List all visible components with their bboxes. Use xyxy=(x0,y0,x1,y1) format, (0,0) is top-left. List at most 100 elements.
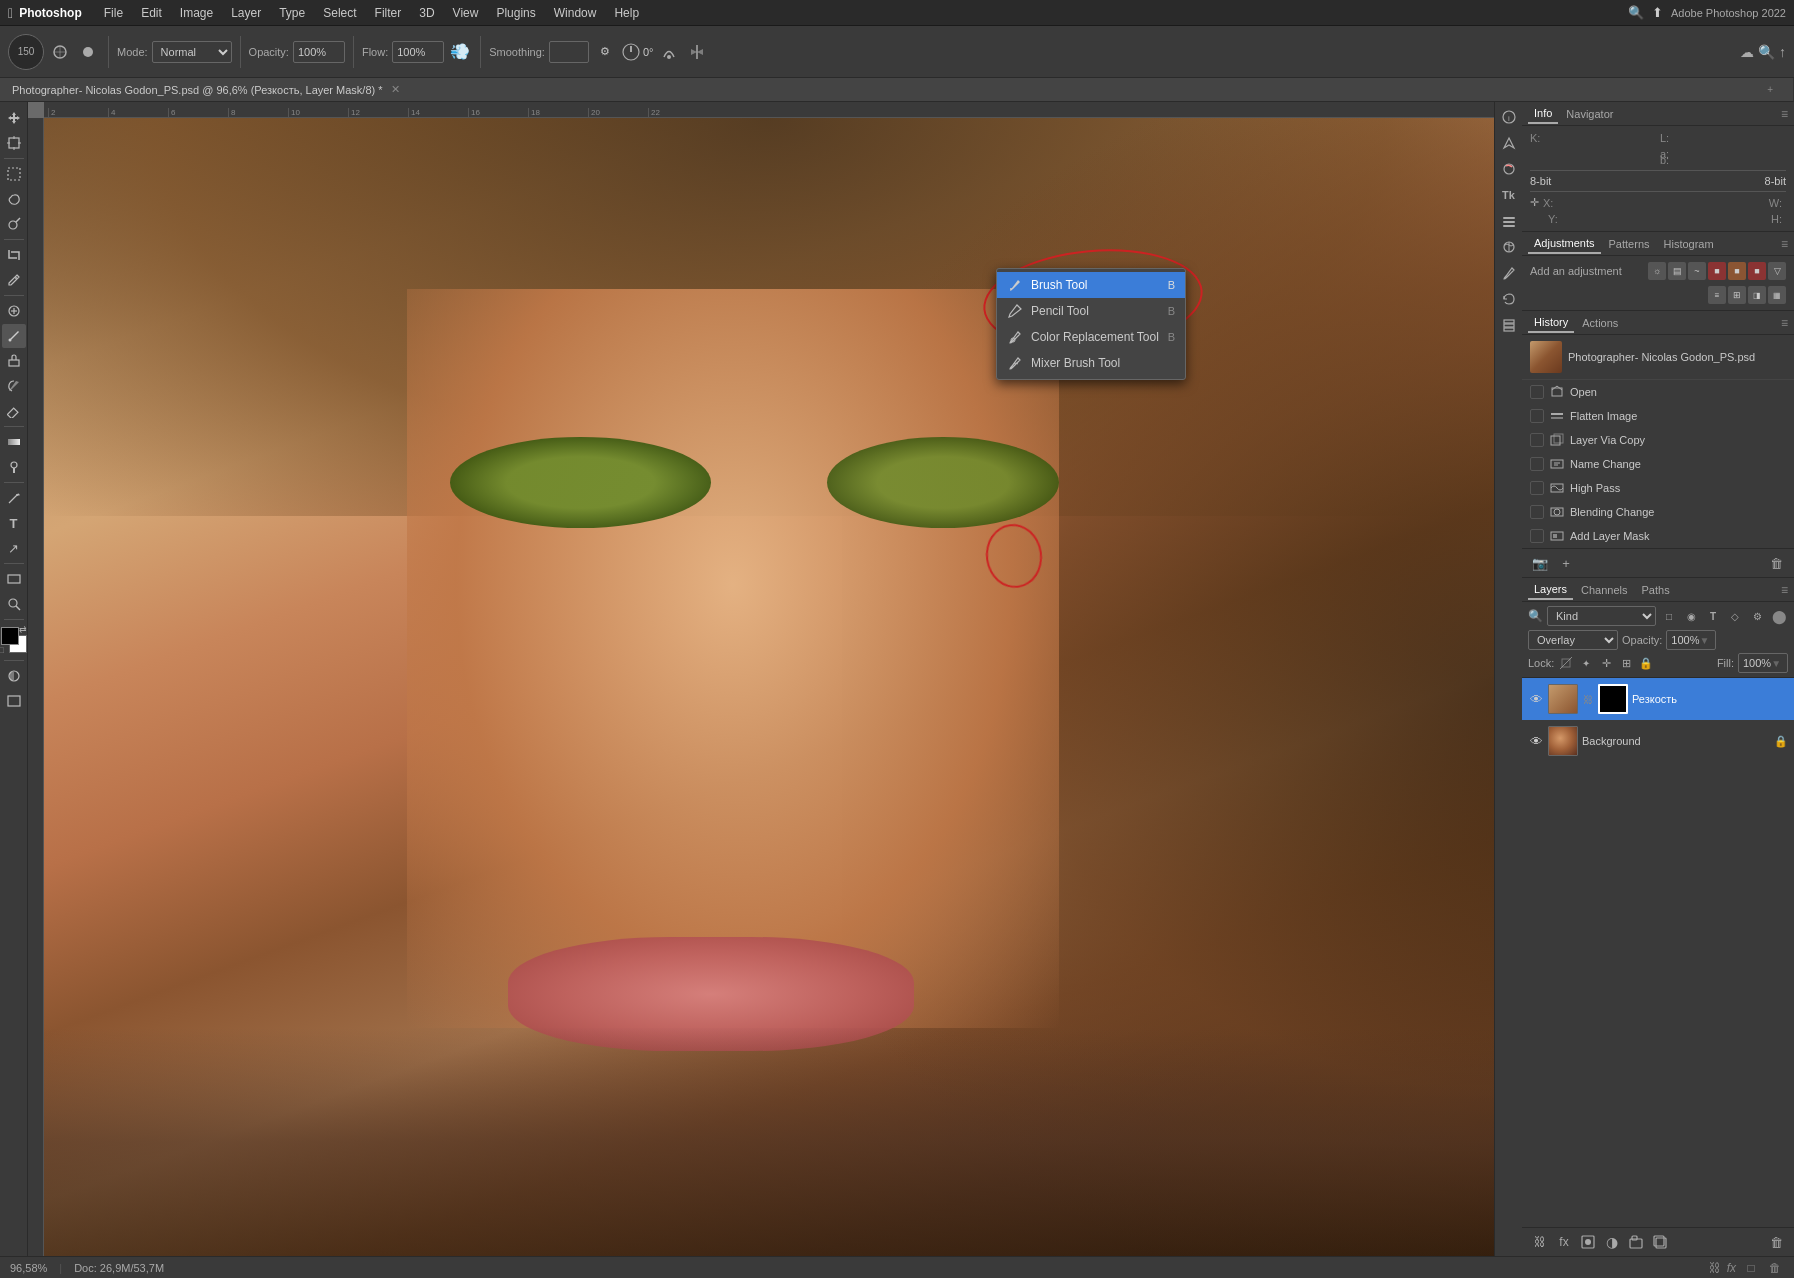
new-history-state-icon[interactable]: + xyxy=(1556,553,1576,573)
add-style-icon[interactable]: fx xyxy=(1554,1232,1574,1252)
history-item-layer-copy[interactable]: Layer Via Copy xyxy=(1522,428,1794,452)
share-icon[interactable]: ⬆ xyxy=(1652,5,1663,20)
swap-colors-icon[interactable]: ⇄ xyxy=(19,624,27,634)
history-item-mask[interactable]: Add Layer Mask xyxy=(1522,524,1794,548)
tab-histogram[interactable]: Histogram xyxy=(1658,235,1720,253)
filter-adjust-icon[interactable]: ◉ xyxy=(1682,607,1700,625)
delete-history-icon[interactable]: 🗑 xyxy=(1766,553,1786,573)
threshold-adj-icon[interactable]: ◨ xyxy=(1748,286,1766,304)
menu-3d[interactable]: 3D xyxy=(411,4,442,22)
zoom-tool[interactable] xyxy=(2,592,26,616)
add-mask-icon[interactable] xyxy=(1578,1232,1598,1252)
delete-layer-icon[interactable]: 🗑 xyxy=(1766,1232,1786,1252)
history-panel-options[interactable]: ≡ xyxy=(1781,316,1788,330)
rectangle-tool[interactable] xyxy=(2,567,26,591)
panel-options[interactable]: ≡ xyxy=(1781,107,1788,121)
tab-adjustments[interactable]: Adjustments xyxy=(1528,234,1601,254)
filter-toggle[interactable]: ⬤ xyxy=(1770,607,1788,625)
search-icon[interactable]: 🔍 xyxy=(1628,5,1644,20)
trash-icon-status[interactable]: 🗑 xyxy=(1766,1259,1784,1277)
tab-layers[interactable]: Layers xyxy=(1528,580,1573,600)
lasso-tool[interactable] xyxy=(2,187,26,211)
curves-adj-icon[interactable]: ~ xyxy=(1688,262,1706,280)
red1-adj-icon[interactable]: ■ xyxy=(1708,262,1726,280)
opacity-input[interactable]: 100% xyxy=(293,41,345,63)
menu-select[interactable]: Select xyxy=(315,4,364,22)
brush-preview[interactable]: 150 xyxy=(8,34,44,70)
search-panel-icon[interactable]: 🔍 xyxy=(1758,44,1775,60)
gradient-tool[interactable] xyxy=(2,430,26,454)
lock-image-icon[interactable]: ✦ xyxy=(1578,655,1594,671)
red2-adj-icon[interactable]: ■ xyxy=(1748,262,1766,280)
blend-mode-dropdown[interactable]: Overlay xyxy=(1528,630,1618,650)
crop-tool[interactable] xyxy=(2,243,26,267)
layer-rezkost[interactable]: 👁 ⛓ Резкость xyxy=(1522,678,1794,720)
popup-item-brush[interactable]: Brush Tool B xyxy=(997,272,1185,298)
menu-plugins[interactable]: Plugins xyxy=(488,4,543,22)
move-tool[interactable] xyxy=(2,106,26,130)
mode-dropdown[interactable]: Normal xyxy=(152,41,232,63)
dodge-tool[interactable] xyxy=(2,455,26,479)
layer-filter-dropdown[interactable]: Kind xyxy=(1547,606,1656,626)
opacity-value-input[interactable]: 100% ▼ xyxy=(1666,630,1716,650)
menu-type[interactable]: Type xyxy=(271,4,313,22)
menu-view[interactable]: View xyxy=(445,4,487,22)
add-group-icon[interactable] xyxy=(1626,1232,1646,1252)
smoothing-input[interactable] xyxy=(549,41,589,63)
tab-patterns[interactable]: Patterns xyxy=(1603,235,1656,253)
history-item-name-change[interactable]: Name Change xyxy=(1522,452,1794,476)
path-selection-tool[interactable]: ↗ xyxy=(2,536,26,560)
popup-item-color-replace[interactable]: Color Replacement Tool B xyxy=(997,324,1185,350)
menu-edit[interactable]: Edit xyxy=(133,4,170,22)
menu-layer[interactable]: Layer xyxy=(223,4,269,22)
menu-image[interactable]: Image xyxy=(172,4,221,22)
document-tab[interactable]: Photographer- Nicolas Godon_PS.psd @ 96,… xyxy=(0,78,1794,102)
brush-settings-icon[interactable] xyxy=(1498,262,1520,284)
adjust-icon-status[interactable]: □ xyxy=(1742,1259,1760,1277)
menu-window[interactable]: Window xyxy=(546,4,605,22)
share-doc-icon[interactable]: ↑ xyxy=(1779,44,1786,60)
expand-icon[interactable]: + xyxy=(1767,84,1773,95)
brightness-adj-icon[interactable]: ☼ xyxy=(1648,262,1666,280)
brush-tool[interactable] xyxy=(2,324,26,348)
brush-options-icon[interactable] xyxy=(48,40,72,64)
text-panel-icon[interactable]: Tk xyxy=(1498,184,1520,206)
eyedropper-tool[interactable] xyxy=(2,268,26,292)
tab-channels[interactable]: Channels xyxy=(1575,581,1633,599)
smoothing-settings-icon[interactable]: ⚙ xyxy=(593,40,617,64)
layers-panel-options[interactable]: ≡ xyxy=(1781,583,1788,597)
gradient-map-adj-icon[interactable]: ▦ xyxy=(1768,286,1786,304)
history-icon[interactable] xyxy=(1498,288,1520,310)
navigator-panel-icon[interactable] xyxy=(1498,132,1520,154)
close-tab-icon[interactable]: ✕ xyxy=(391,83,400,96)
tab-history[interactable]: History xyxy=(1528,313,1574,333)
photo-canvas[interactable] xyxy=(44,118,1494,1256)
info-panel-icon[interactable]: i xyxy=(1498,106,1520,128)
type-tool[interactable]: T xyxy=(2,511,26,535)
eraser-tool[interactable] xyxy=(2,399,26,423)
filter-smart-icon[interactable]: ⚙ xyxy=(1748,607,1766,625)
orange1-adj-icon[interactable]: ■ xyxy=(1728,262,1746,280)
layer-eye-rezkost[interactable]: 👁 xyxy=(1528,691,1544,707)
tab-paths[interactable]: Paths xyxy=(1636,581,1676,599)
fx-icon-status[interactable]: fx xyxy=(1727,1261,1736,1275)
tab-navigator[interactable]: Navigator xyxy=(1560,105,1619,123)
properties-panel-icon[interactable] xyxy=(1498,210,1520,232)
pressure-icon[interactable] xyxy=(657,40,681,64)
link-icon-status[interactable]: ⛓ xyxy=(1709,1261,1721,1275)
link-layers-icon[interactable]: ⛓ xyxy=(1530,1232,1550,1252)
quick-mask-icon[interactable] xyxy=(2,664,26,688)
layer-link-icon[interactable]: ⛓ xyxy=(1582,693,1594,705)
quick-select-tool[interactable] xyxy=(2,212,26,236)
invert-adj-icon[interactable]: ⊞ xyxy=(1728,286,1746,304)
cloud-sync-icon[interactable]: ☁ xyxy=(1740,44,1754,60)
screen-mode-icon[interactable] xyxy=(2,689,26,713)
marquee-tool[interactable] xyxy=(2,162,26,186)
symmetry-icon[interactable] xyxy=(685,40,709,64)
default-colors-icon[interactable]: □ xyxy=(0,645,4,655)
levels-adj-icon[interactable]: ▤ xyxy=(1668,262,1686,280)
hsl-adj-icon[interactable]: ≡ xyxy=(1708,286,1726,304)
add-adjustment-layer-icon[interactable]: ◑ xyxy=(1602,1232,1622,1252)
lock-all-icon[interactable]: 🔒 xyxy=(1638,655,1654,671)
canvas-area[interactable]: 2 4 6 8 10 12 14 16 18 20 22 xyxy=(28,102,1494,1256)
